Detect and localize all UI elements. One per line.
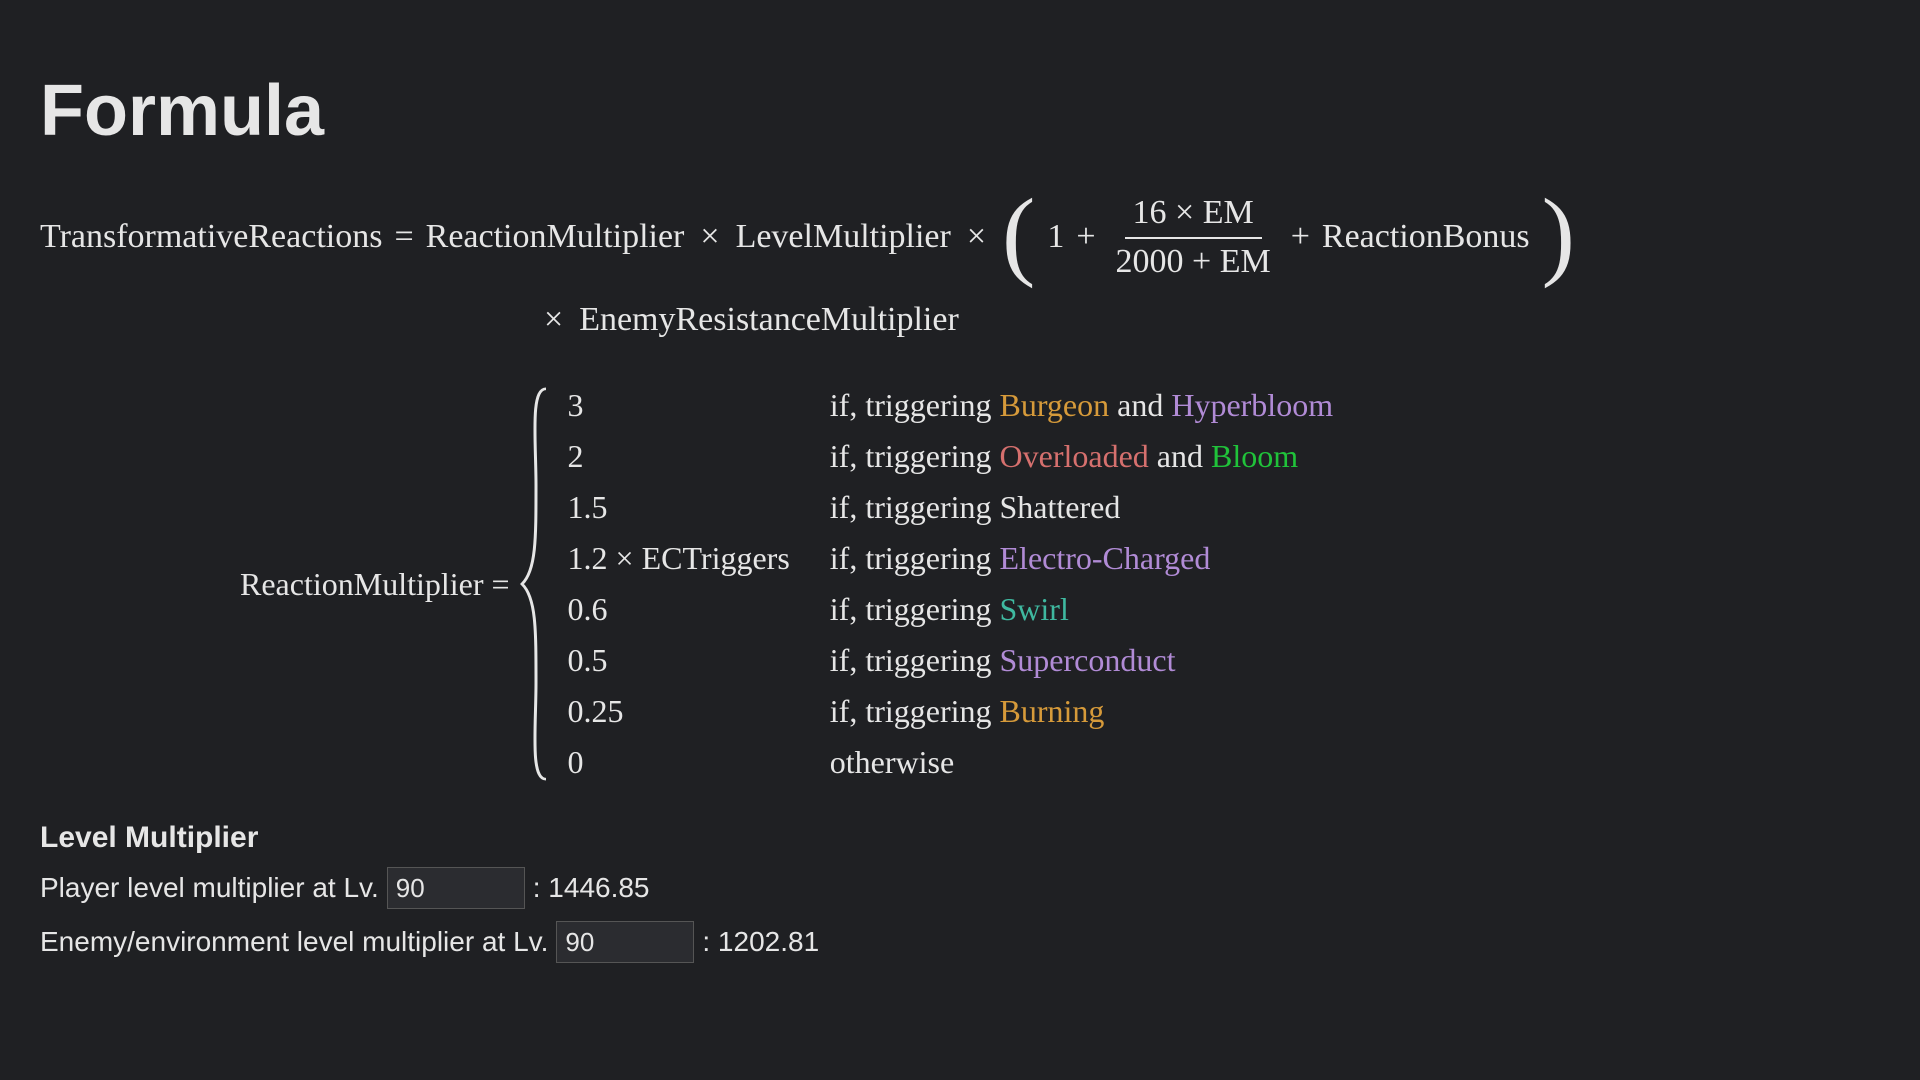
enemy-level-input[interactable] xyxy=(556,921,694,963)
enemy-level-value: : 1202.81 xyxy=(702,926,819,958)
reaction-name: Hyperbloom xyxy=(1171,387,1333,423)
reaction-name: Superconduct xyxy=(1000,642,1176,678)
enemy-level-row: Enemy/environment level multiplier at Lv… xyxy=(40,921,1880,963)
case-value: 1.5 xyxy=(568,489,790,526)
case-value: 1.2 × ECTriggers xyxy=(568,540,790,577)
player-level-prefix: Player level multiplier at Lv. xyxy=(40,872,379,904)
case-condition: if, triggering Electro-Charged xyxy=(830,540,1333,577)
case-condition: if, triggering Shattered xyxy=(830,489,1333,526)
case-value: 0.6 xyxy=(568,591,790,628)
reaction-name: and xyxy=(1109,387,1171,423)
formula-lhs: TransformativeReactions xyxy=(40,210,382,264)
em-fraction: 16 × EM 2000 + EM xyxy=(1108,192,1279,283)
reaction-name: Shattered xyxy=(1000,489,1121,525)
case-condition-prefix: if, triggering xyxy=(830,642,1000,678)
case-condition-prefix: if, triggering xyxy=(830,438,1000,474)
equals-sign: = xyxy=(394,210,413,264)
player-level-value: : 1446.85 xyxy=(533,872,650,904)
enemy-level-prefix: Enemy/environment level multiplier at Lv… xyxy=(40,926,548,958)
reaction-multiplier-cases: ReactionMultiplier = 3 if, triggering Bur… xyxy=(240,387,1880,781)
times-3: × xyxy=(540,293,567,347)
level-multiplier-heading: Level Multiplier xyxy=(40,821,1880,855)
cases-table: 3 if, triggering Burgeon and Hyperbloom 2 i… xyxy=(568,387,1334,781)
case-condition-prefix: if, triggering xyxy=(830,387,1000,423)
case-condition-prefix: if, triggering xyxy=(830,693,1000,729)
case-condition-prefix: if, triggering xyxy=(830,489,1000,525)
brace-icon xyxy=(520,387,550,781)
term-enemy-resistance: EnemyResistanceMultiplier xyxy=(579,293,959,347)
reaction-name: Swirl xyxy=(1000,591,1069,627)
plus-2: + xyxy=(1291,210,1310,264)
case-condition-prefix: if, triggering xyxy=(830,540,1000,576)
case-condition: otherwise xyxy=(830,744,1333,781)
case-value: 2 xyxy=(568,438,790,475)
formula-line-1: TransformativeReactions = ReactionMultip… xyxy=(40,192,1880,283)
player-level-input[interactable] xyxy=(387,867,525,909)
term-level-multiplier: LevelMultiplier xyxy=(736,210,951,264)
case-value: 0.25 xyxy=(568,693,790,730)
reaction-name: Burning xyxy=(1000,693,1105,729)
case-condition: if, triggering Superconduct xyxy=(830,642,1333,679)
page-root: Formula TransformativeReactions = Reacti… xyxy=(0,0,1920,1015)
term-one: 1 xyxy=(1047,210,1064,264)
reaction-name: Electro-Charged xyxy=(1000,540,1211,576)
case-value: 0 xyxy=(568,744,790,781)
term-reaction-bonus: ReactionBonus xyxy=(1322,210,1530,264)
em-frac-denominator: 2000 + EM xyxy=(1108,239,1279,284)
formula-line-2: × EnemyResistanceMultiplier xyxy=(540,293,1880,347)
case-condition: if, triggering Burgeon and Hyperbloom xyxy=(830,387,1333,424)
reaction-name: Overloaded xyxy=(1000,438,1149,474)
case-condition: if, triggering Overloaded and Bloom xyxy=(830,438,1333,475)
formula-transformative: TransformativeReactions = ReactionMultip… xyxy=(40,192,1880,347)
times-1: × xyxy=(696,210,723,264)
player-level-row: Player level multiplier at Lv. : 1446.85 xyxy=(40,867,1880,909)
cases-lhs: ReactionMultiplier = xyxy=(240,566,520,603)
case-condition: if, triggering Swirl xyxy=(830,591,1333,628)
reaction-name: Burgeon xyxy=(1000,387,1110,423)
plus-1: + xyxy=(1076,210,1095,264)
case-condition-prefix: if, triggering xyxy=(830,591,1000,627)
page-title: Formula xyxy=(40,70,1880,152)
reaction-name: Bloom xyxy=(1211,438,1298,474)
reaction-name: and xyxy=(1149,438,1211,474)
case-value: 0.5 xyxy=(568,642,790,679)
term-reaction-multiplier: ReactionMultiplier xyxy=(426,210,685,264)
times-2: × xyxy=(963,210,990,264)
case-condition-prefix: otherwise xyxy=(830,744,954,780)
em-frac-numerator: 16 × EM xyxy=(1125,192,1262,239)
case-condition: if, triggering Burning xyxy=(830,693,1333,730)
case-value: 3 xyxy=(568,387,790,424)
